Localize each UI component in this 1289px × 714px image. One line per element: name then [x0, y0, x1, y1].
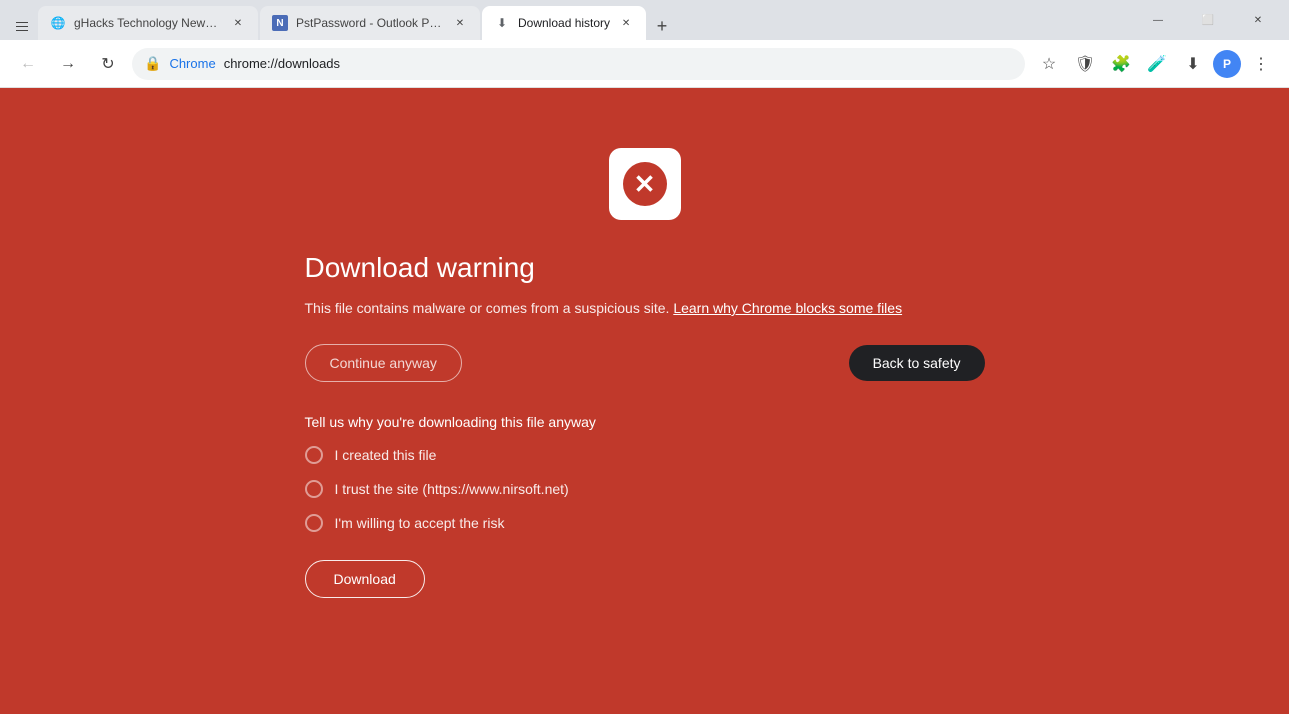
- browser-frame: 🌐 gHacks Technology News and ... ✕ N Pst…: [0, 0, 1289, 714]
- tab-downloads[interactable]: ⬇ Download history ✕: [482, 6, 646, 40]
- tab-pstpassword[interactable]: N PstPassword - Outlook PST Pas... ✕: [260, 6, 480, 40]
- window-controls: — ⬜ ✕: [1135, 4, 1281, 40]
- reason-label-3: I'm willing to accept the risk: [335, 515, 505, 531]
- warning-x-icon: ✕: [623, 162, 667, 206]
- forward-button[interactable]: →: [52, 48, 84, 80]
- minimize-button[interactable]: —: [1135, 4, 1181, 36]
- page-content: ✕ Download warning This file contains ma…: [0, 88, 1289, 714]
- tab-close-1[interactable]: ✕: [230, 15, 246, 31]
- tab-title-3: Download history: [518, 16, 610, 30]
- tab-title-1: gHacks Technology News and ...: [74, 16, 222, 30]
- new-tab-button[interactable]: +: [648, 12, 676, 40]
- maximize-button[interactable]: ⬜: [1185, 4, 1231, 36]
- tab-close-3[interactable]: ✕: [618, 15, 634, 31]
- button-row: Continue anyway Back to safety: [305, 344, 985, 382]
- menu-button[interactable]: ⋮: [1245, 48, 1277, 80]
- bookmark-button[interactable]: ☆: [1033, 48, 1065, 80]
- close-button[interactable]: ✕: [1235, 4, 1281, 36]
- extensions-button[interactable]: 🧩: [1105, 48, 1137, 80]
- reason-option-1[interactable]: I created this file: [305, 446, 596, 464]
- toolbar: ← → ↻ 🔒 Chrome chrome://downloads ☆ 🛡 🧩 …: [0, 40, 1289, 88]
- continue-anyway-button[interactable]: Continue anyway: [305, 344, 462, 382]
- warning-icon-container: ✕: [609, 148, 681, 220]
- tab-list-button[interactable]: [8, 12, 36, 40]
- profile-avatar[interactable]: P: [1213, 50, 1241, 78]
- downloads-button[interactable]: ⬇: [1177, 48, 1209, 80]
- radio-circle-3: [305, 514, 323, 532]
- reason-title: Tell us why you're downloading this file…: [305, 414, 596, 430]
- reason-label-2: I trust the site (https://www.nirsoft.ne…: [335, 481, 569, 497]
- radio-circle-1: [305, 446, 323, 464]
- tab-title-2: PstPassword - Outlook PST Pas...: [296, 16, 444, 30]
- learn-more-link[interactable]: Learn why Chrome blocks some files: [673, 300, 902, 316]
- reason-section: Tell us why you're downloading this file…: [305, 414, 596, 598]
- shield-button[interactable]: 🛡: [1069, 48, 1101, 80]
- reason-label-1: I created this file: [335, 447, 437, 463]
- url-text: chrome://downloads: [224, 56, 340, 71]
- lab-button[interactable]: 🧪: [1141, 48, 1173, 80]
- warning-title: Download warning: [305, 252, 535, 284]
- address-bar[interactable]: 🔒 Chrome chrome://downloads: [132, 48, 1025, 80]
- toolbar-right: ☆ 🛡 🧩 🧪 ⬇ P ⋮: [1033, 48, 1277, 80]
- back-to-safety-button[interactable]: Back to safety: [849, 345, 985, 381]
- reload-button[interactable]: ↻: [92, 48, 124, 80]
- tab-ghacks[interactable]: 🌐 gHacks Technology News and ... ✕: [38, 6, 258, 40]
- tab-favicon-3: ⬇: [494, 15, 510, 31]
- back-button[interactable]: ←: [12, 48, 44, 80]
- reason-option-2[interactable]: I trust the site (https://www.nirsoft.ne…: [305, 480, 596, 498]
- tab-favicon-1: 🌐: [50, 15, 66, 31]
- tab-close-2[interactable]: ✕: [452, 15, 468, 31]
- download-button[interactable]: Download: [305, 560, 425, 598]
- warning-description: This file contains malware or comes from…: [305, 300, 903, 316]
- radio-circle-2: [305, 480, 323, 498]
- reason-option-3[interactable]: I'm willing to accept the risk: [305, 514, 596, 532]
- tab-bar: 🌐 gHacks Technology News and ... ✕ N Pst…: [0, 0, 1289, 40]
- chrome-label: Chrome: [169, 56, 215, 71]
- tab-favicon-2: N: [272, 15, 288, 31]
- lock-icon: 🔒: [144, 55, 161, 72]
